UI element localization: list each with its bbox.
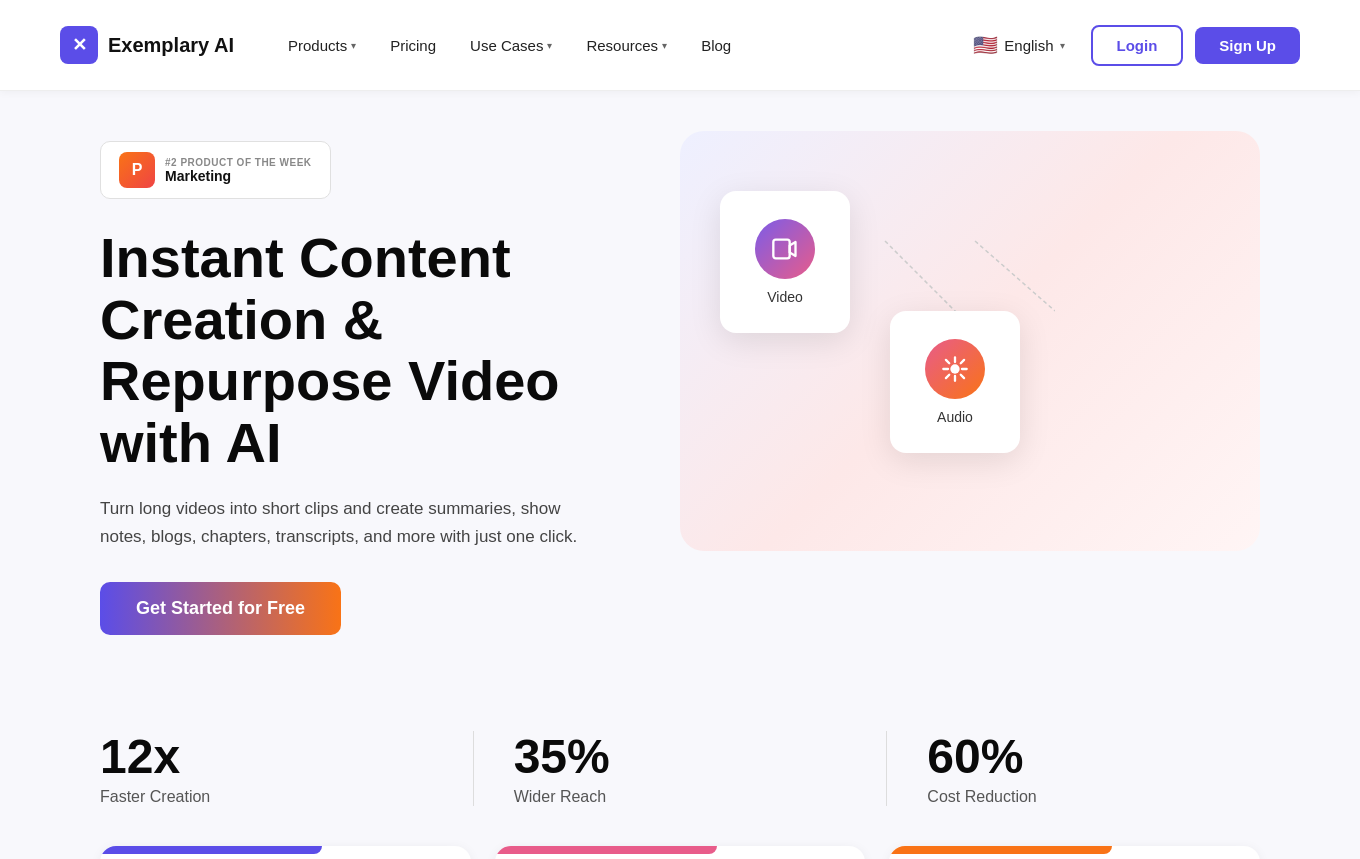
video-icon <box>755 219 815 279</box>
hero-description: Turn long videos into short clips and cr… <box>100 495 580 549</box>
stat-reach: 35% Wider Reach <box>514 731 847 806</box>
stat-divider-1 <box>473 731 474 806</box>
nav-blog[interactable]: Blog <box>687 29 745 62</box>
hero-section: P #2 PRODUCT OF THE WEEK Marketing Insta… <box>40 91 1320 691</box>
video-card: Video <box>720 191 850 333</box>
chevron-down-icon: ▾ <box>351 40 356 51</box>
video-label: Video <box>767 289 803 305</box>
stat-label-faster: Faster Creation <box>100 788 433 806</box>
chevron-down-icon: ▾ <box>1060 40 1065 51</box>
preview-card-3 <box>889 846 1260 859</box>
stats-section: 12x Faster Creation 35% Wider Reach 60% … <box>40 691 1320 826</box>
product-badge[interactable]: P #2 PRODUCT OF THE WEEK Marketing <box>100 141 331 199</box>
nav-links: Products ▾ Pricing Use Cases ▾ Resources… <box>274 29 959 62</box>
stat-value-faster: 12x <box>100 731 433 784</box>
nav-logo[interactable]: ✕ Exemplary AI <box>60 26 234 64</box>
preview-card-2 <box>495 846 866 859</box>
navbar: ✕ Exemplary AI Products ▾ Pricing Use Ca… <box>0 0 1360 91</box>
nav-right: 🇺🇸 English ▾ Login Sign Up <box>959 25 1300 66</box>
signup-button[interactable]: Sign Up <box>1195 27 1300 64</box>
svg-line-1 <box>975 241 1055 311</box>
bottom-cards <box>40 826 1320 859</box>
audio-card: Audio <box>890 311 1020 453</box>
product-hunt-icon: P <box>119 152 155 188</box>
stat-label-reach: Wider Reach <box>514 788 847 806</box>
stat-value-cost: 60% <box>927 731 1260 784</box>
stat-faster: 12x Faster Creation <box>100 731 433 806</box>
nav-use-cases[interactable]: Use Cases ▾ <box>456 29 566 62</box>
card-bar-purple <box>100 846 322 854</box>
logo-text: Exemplary AI <box>108 34 234 57</box>
stat-value-reach: 35% <box>514 731 847 784</box>
stat-divider-2 <box>886 731 887 806</box>
audio-label: Audio <box>937 409 973 425</box>
stat-cost: 60% Cost Reduction <box>927 731 1260 806</box>
audio-icon <box>925 339 985 399</box>
chevron-down-icon: ▾ <box>547 40 552 51</box>
hero-title: Instant Content Creation & Repurpose Vid… <box>100 227 620 473</box>
stat-label-cost: Cost Reduction <box>927 788 1260 806</box>
chevron-down-icon: ▾ <box>662 40 667 51</box>
hero-left: P #2 PRODUCT OF THE WEEK Marketing Insta… <box>100 131 620 635</box>
nav-resources[interactable]: Resources ▾ <box>572 29 681 62</box>
card-bar-pink <box>495 846 717 854</box>
flag-icon: 🇺🇸 <box>973 33 998 57</box>
language-selector[interactable]: 🇺🇸 English ▾ <box>959 25 1078 65</box>
login-button[interactable]: Login <box>1091 25 1184 66</box>
nav-products[interactable]: Products ▾ <box>274 29 370 62</box>
svg-point-3 <box>950 364 959 373</box>
logo-icon: ✕ <box>60 26 98 64</box>
nav-pricing[interactable]: Pricing <box>376 29 450 62</box>
svg-rect-2 <box>773 240 789 259</box>
cta-button[interactable]: Get Started for Free <box>100 582 341 635</box>
card-bar-orange <box>889 846 1111 854</box>
badge-text: #2 PRODUCT OF THE WEEK Marketing <box>165 157 312 184</box>
hero-illustration: Video Audio <box>660 131 1260 611</box>
preview-card-1 <box>100 846 471 859</box>
